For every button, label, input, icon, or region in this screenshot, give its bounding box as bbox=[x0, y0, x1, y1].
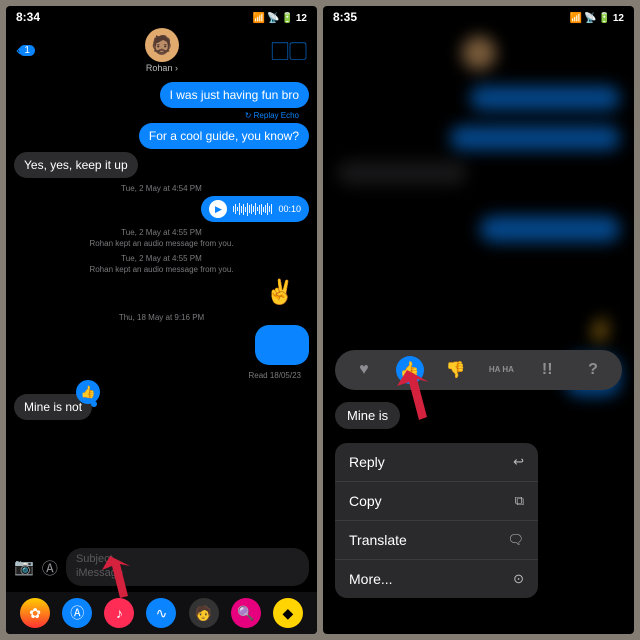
timestamp: Tue, 2 May at 4:54 PM bbox=[14, 184, 309, 193]
tapback-haha-icon[interactable]: HA HA bbox=[487, 356, 515, 384]
translate-icon: 🗨 bbox=[507, 532, 524, 548]
contact-name: Rohan › bbox=[146, 63, 178, 73]
contact-header[interactable]: 🧔🏽 Rohan › bbox=[145, 28, 179, 73]
timestamp: Tue, 2 May at 4:55 PM bbox=[14, 228, 309, 237]
tapback-overlay: ♥ 👍 👎 HA HA !! ? Mine is Reply↩ Copy⧉ Tr… bbox=[323, 6, 634, 634]
memoji-app-icon[interactable]: 🧑 bbox=[189, 598, 219, 628]
reply-icon: ↩ bbox=[513, 454, 524, 470]
thumbs-up-tapback-icon: 👍 bbox=[76, 380, 100, 404]
left-screenshot: 8:34 📶📡🔋12 ‹1 🧔🏽 Rohan › ⃞▢ I was just h… bbox=[6, 6, 317, 634]
kept-notice: Rohan kept an audio message from you. bbox=[14, 265, 309, 274]
received-message[interactable]: Mine is not 👍 bbox=[14, 394, 92, 420]
message-composer: 📷 Ⓐ Subject iMessage bbox=[6, 544, 317, 590]
photos-app-icon[interactable]: ✿ bbox=[20, 598, 50, 628]
play-icon[interactable]: ▶ bbox=[209, 200, 227, 218]
avatar: 🧔🏽 bbox=[145, 28, 179, 62]
facetime-button[interactable]: ⃞▢ bbox=[289, 38, 307, 64]
appstore-icon[interactable]: Ⓐ bbox=[42, 555, 58, 579]
read-receipt: Read 18/05/23 bbox=[14, 371, 309, 380]
sent-message[interactable]: I was just having fun bro bbox=[160, 82, 309, 108]
tapback-emphasize-icon[interactable]: !! bbox=[533, 356, 561, 384]
message-thread: I was just having fun bro ↻ Replay Echo … bbox=[6, 82, 317, 420]
menu-more[interactable]: More...⊙ bbox=[335, 560, 538, 598]
app-dock: ✿ Ⓐ ♪ ∿ 🧑 🔍 ◆ bbox=[6, 592, 317, 634]
music-app-icon[interactable]: ♪ bbox=[104, 598, 134, 628]
tapback-question-icon[interactable]: ? bbox=[579, 356, 607, 384]
kept-notice: Rohan kept an audio message from you. bbox=[14, 239, 309, 248]
search-app-icon[interactable]: 🔍 bbox=[231, 598, 261, 628]
status-bar: 8:35 📶📡🔋12 bbox=[323, 6, 634, 26]
status-icons: 📶📡🔋12 bbox=[568, 10, 624, 24]
back-button[interactable]: ‹1 bbox=[16, 42, 35, 60]
replay-effect[interactable]: ↻ Replay Echo bbox=[14, 111, 309, 120]
right-screenshot: 8:35 📶📡🔋12 ✌️ ♥ 👍 👎 HA HA !! ? Mine is R… bbox=[323, 6, 634, 634]
context-menu: Reply↩ Copy⧉ Translate🗨 More...⊙ bbox=[335, 443, 538, 598]
received-message[interactable]: Yes, yes, keep it up bbox=[14, 152, 138, 178]
tapback-heart-icon[interactable]: ♥ bbox=[350, 356, 378, 384]
audio-app-icon[interactable]: ∿ bbox=[146, 598, 176, 628]
sent-message[interactable]: For a cool guide, you know? bbox=[139, 123, 309, 149]
audio-duration: 00:10 bbox=[278, 204, 301, 214]
emoji-message[interactable]: ✌️ bbox=[14, 278, 309, 307]
camera-icon[interactable]: 📷 bbox=[14, 557, 34, 577]
timestamp: Thu, 18 May at 9:16 PM bbox=[14, 313, 309, 322]
audio-message[interactable]: ▶ 00:10 bbox=[201, 196, 309, 222]
menu-reply[interactable]: Reply↩ bbox=[335, 443, 538, 482]
menu-copy[interactable]: Copy⧉ bbox=[335, 482, 538, 521]
sent-message[interactable] bbox=[255, 325, 309, 365]
menu-translate[interactable]: Translate🗨 bbox=[335, 521, 538, 560]
clock: 8:34 bbox=[16, 10, 40, 24]
timestamp: Tue, 2 May at 4:55 PM bbox=[14, 254, 309, 263]
clock: 8:35 bbox=[333, 10, 357, 24]
unread-badge: 1 bbox=[19, 45, 35, 56]
status-icons: 📶📡🔋12 bbox=[251, 10, 307, 24]
tapback-dislike-icon[interactable]: 👎 bbox=[442, 356, 470, 384]
stickers-app-icon[interactable]: ◆ bbox=[273, 598, 303, 628]
copy-icon: ⧉ bbox=[515, 493, 524, 509]
appstore-app-icon[interactable]: Ⓐ bbox=[62, 598, 92, 628]
more-icon: ⊙ bbox=[513, 571, 524, 587]
nav-bar: ‹1 🧔🏽 Rohan › ⃞▢ bbox=[6, 26, 317, 79]
quoted-message: Mine is bbox=[335, 402, 400, 429]
tapback-bar: ♥ 👍 👎 HA HA !! ? bbox=[335, 350, 622, 390]
status-bar: 8:34 📶📡🔋12 bbox=[6, 6, 317, 26]
waveform bbox=[233, 203, 272, 216]
